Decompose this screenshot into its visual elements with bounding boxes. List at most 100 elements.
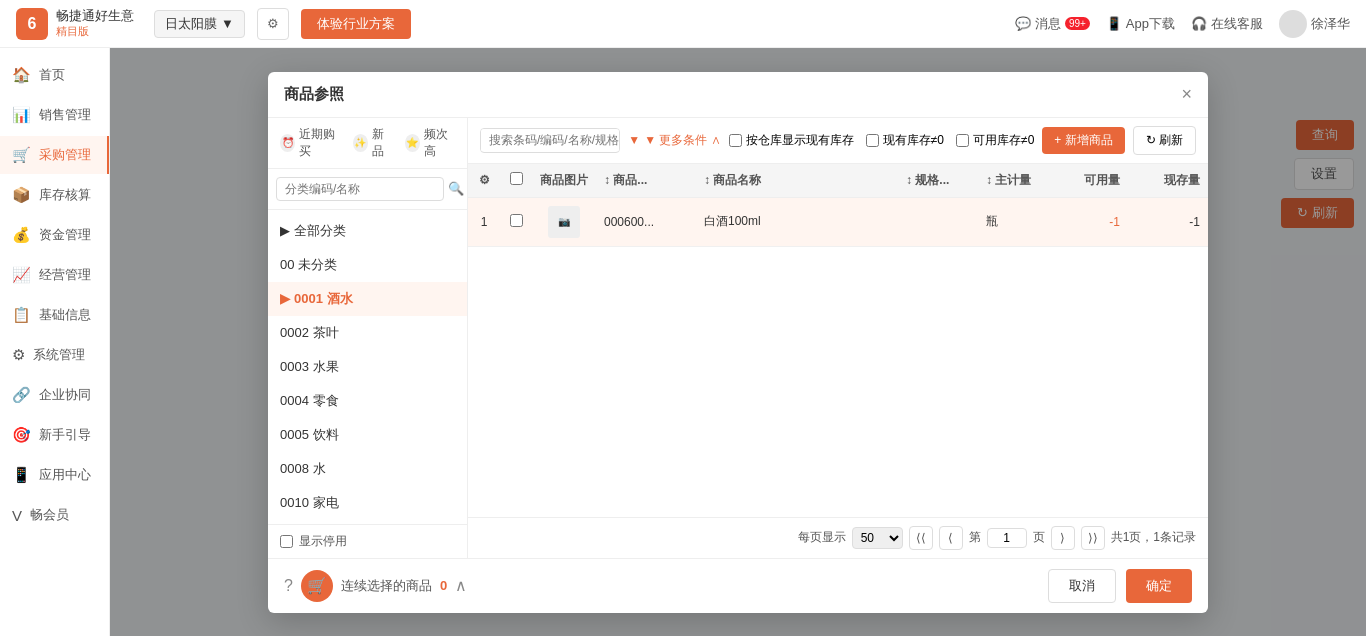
user-profile[interactable]: 徐泽华 — [1279, 10, 1350, 38]
new-items-nav[interactable]: ✨ 新品 — [353, 126, 393, 160]
sidebar-item-home[interactable]: 🏠 首页 — [0, 56, 109, 94]
help-icon[interactable]: ? — [284, 577, 293, 595]
select-all-checkbox[interactable] — [510, 172, 523, 185]
trial-button[interactable]: 体验行业方案 — [301, 9, 411, 39]
sidebar-item-purchase[interactable]: 🛒 采购管理 — [0, 136, 109, 174]
sidebar-item-finance[interactable]: 💰 资金管理 — [0, 216, 109, 254]
sidebar-label-guide: 新手引导 — [39, 426, 91, 444]
row-num-1: 1 — [468, 197, 500, 246]
cancel-button[interactable]: 取消 — [1048, 569, 1116, 603]
refresh-button[interactable]: ↻ 刷新 — [1133, 126, 1196, 155]
cat-item-0010[interactable]: 0010 家电 — [268, 486, 467, 520]
page-unit: 页 — [1033, 529, 1045, 546]
cat-label-0010: 0010 家电 — [280, 494, 339, 512]
recent-purchase-label: 近期购买 — [299, 126, 340, 160]
footer-left: ? 🛒 连续选择的商品 0 ∧ — [284, 570, 467, 602]
message-button[interactable]: 💬 消息 99+ — [1015, 15, 1090, 33]
sidebar-item-system[interactable]: ⚙ 系统管理 — [0, 336, 109, 374]
show-disabled-checkbox[interactable] — [280, 535, 293, 548]
sidebar-item-operations[interactable]: 📈 经营管理 — [0, 256, 109, 294]
prev-page-button[interactable]: ⟨ — [939, 526, 963, 550]
show-disabled-label: 显示停用 — [299, 533, 347, 550]
sidebar-item-member[interactable]: V 畅会员 — [0, 496, 109, 534]
col-header-settings[interactable]: ⚙ — [468, 164, 500, 198]
nav-right: 💬 消息 99+ 📱 App下载 🎧 在线客服 徐泽华 — [1015, 10, 1350, 38]
purchase-icon: 🛒 — [12, 146, 31, 164]
cat-item-0008[interactable]: 0008 水 — [268, 452, 467, 486]
category-search-icon[interactable]: 🔍 — [448, 181, 464, 196]
close-button[interactable]: × — [1181, 84, 1192, 105]
store-selector[interactable]: 日太阳膜 ▼ — [154, 10, 245, 38]
last-page-button[interactable]: ⟩⟩ — [1081, 526, 1105, 550]
warehouse-stock-checkbox[interactable] — [729, 134, 742, 147]
cat-item-0004[interactable]: 0004 零食 — [268, 384, 467, 418]
cart-button[interactable]: 🛒 — [301, 570, 333, 602]
add-product-button[interactable]: + 新增商品 — [1042, 127, 1124, 154]
table-row[interactable]: 1 📷 000600... 白酒100ml 瓶 — [468, 197, 1208, 246]
new-items-label: 新品 — [372, 126, 393, 160]
category-search-input[interactable] — [276, 177, 444, 201]
sidebar-item-inventory[interactable]: 📦 库存核算 — [0, 176, 109, 214]
col-header-unit[interactable]: ↕ 主计量 — [978, 164, 1048, 198]
cat-item-all[interactable]: ▶ 全部分类 — [268, 214, 467, 248]
sidebar-item-basics[interactable]: 📋 基础信息 — [0, 296, 109, 334]
sidebar-label-apps: 应用中心 — [39, 466, 91, 484]
col-header-check[interactable] — [500, 164, 532, 198]
row-check-1[interactable] — [500, 197, 532, 246]
more-filters-button[interactable]: ▼ ▼ 更多条件 ∧ — [628, 132, 720, 149]
sidebar-item-sales[interactable]: 📊 销售管理 — [0, 96, 109, 134]
page-size-select[interactable]: 10 20 50 100 — [852, 527, 903, 549]
gear-button[interactable]: ⚙ — [257, 8, 289, 40]
online-service-button[interactable]: 🎧 在线客服 — [1191, 15, 1263, 33]
confirm-button[interactable]: 确定 — [1126, 569, 1192, 603]
sidebar-item-apps[interactable]: 📱 应用中心 — [0, 456, 109, 494]
sidebar-label-sales: 销售管理 — [39, 106, 91, 124]
phone-icon: 📱 — [1106, 16, 1122, 31]
row-unit-1: 瓶 — [978, 197, 1048, 246]
store-name: 日太阳膜 — [165, 15, 217, 33]
logo-icon: 6 — [16, 8, 48, 40]
usable-stock-checkbox[interactable] — [956, 134, 969, 147]
sidebar-label-member: 畅会员 — [30, 506, 69, 524]
product-search-input[interactable] — [481, 129, 620, 151]
row-checkbox-1[interactable] — [510, 214, 523, 227]
sidebar-item-guide[interactable]: 🎯 新手引导 — [0, 416, 109, 454]
cat-item-0002[interactable]: 0002 茶叶 — [268, 316, 467, 350]
cat-item-0001[interactable]: ▶ 0001 酒水 — [268, 282, 467, 316]
filter-bar: 🔍 ▼ ▼ 更多条件 ∧ 按仓库显示现有库存 — [468, 118, 1208, 164]
modal-title: 商品参照 — [284, 85, 344, 104]
all-category-label: 全部分类 — [294, 222, 346, 240]
sidebar-label-collab: 企业协同 — [39, 386, 91, 404]
col-header-code[interactable]: ↕ 商品... — [596, 164, 696, 198]
page-input[interactable] — [987, 528, 1027, 548]
existing-stock-checkbox[interactable] — [866, 134, 879, 147]
row-img-1: 📷 — [532, 197, 596, 246]
cat-item-00[interactable]: 00 未分类 — [268, 248, 467, 282]
frequent-nav[interactable]: ⭐ 频次高 — [405, 126, 455, 160]
apps-icon: 📱 — [12, 466, 31, 484]
page-label: 第 — [969, 529, 981, 546]
recent-purchase-nav[interactable]: ⏰ 近期购买 — [280, 126, 341, 160]
next-page-button[interactable]: ⟩ — [1051, 526, 1075, 550]
filter-check-usable[interactable]: 可用库存≠0 — [956, 132, 1034, 149]
cat-item-0005[interactable]: 0005 饮料 — [268, 418, 467, 452]
sidebar-label-purchase: 采购管理 — [39, 146, 91, 164]
footer-collapse-icon[interactable]: ∧ — [455, 576, 467, 595]
app-download-button[interactable]: 📱 App下载 — [1106, 15, 1175, 33]
filter-check-warehouse[interactable]: 按仓库显示现有库存 — [729, 132, 854, 149]
selected-label: 连续选择的商品 — [341, 577, 432, 595]
filter-check-warehouse-label: 按仓库显示现有库存 — [746, 132, 854, 149]
cat-item-0003[interactable]: 0003 水果 — [268, 350, 467, 384]
inventory-icon: 📦 — [12, 186, 31, 204]
chevron-down-icon: ▼ — [221, 16, 234, 31]
sidebar-item-collab[interactable]: 🔗 企业协同 — [0, 376, 109, 414]
filter-check-nonzero[interactable]: 现有库存≠0 — [866, 132, 944, 149]
system-icon: ⚙ — [12, 346, 25, 364]
product-image-1: 📷 — [548, 206, 580, 238]
col-header-name[interactable]: ↕ 商品名称 — [696, 164, 898, 198]
col-header-spec[interactable]: ↕ 规格... — [898, 164, 978, 198]
first-page-button[interactable]: ⟨⟨ — [909, 526, 933, 550]
guide-icon: 🎯 — [12, 426, 31, 444]
clock-icon: ⏰ — [280, 134, 295, 152]
col-header-img: 商品图片 — [532, 164, 596, 198]
